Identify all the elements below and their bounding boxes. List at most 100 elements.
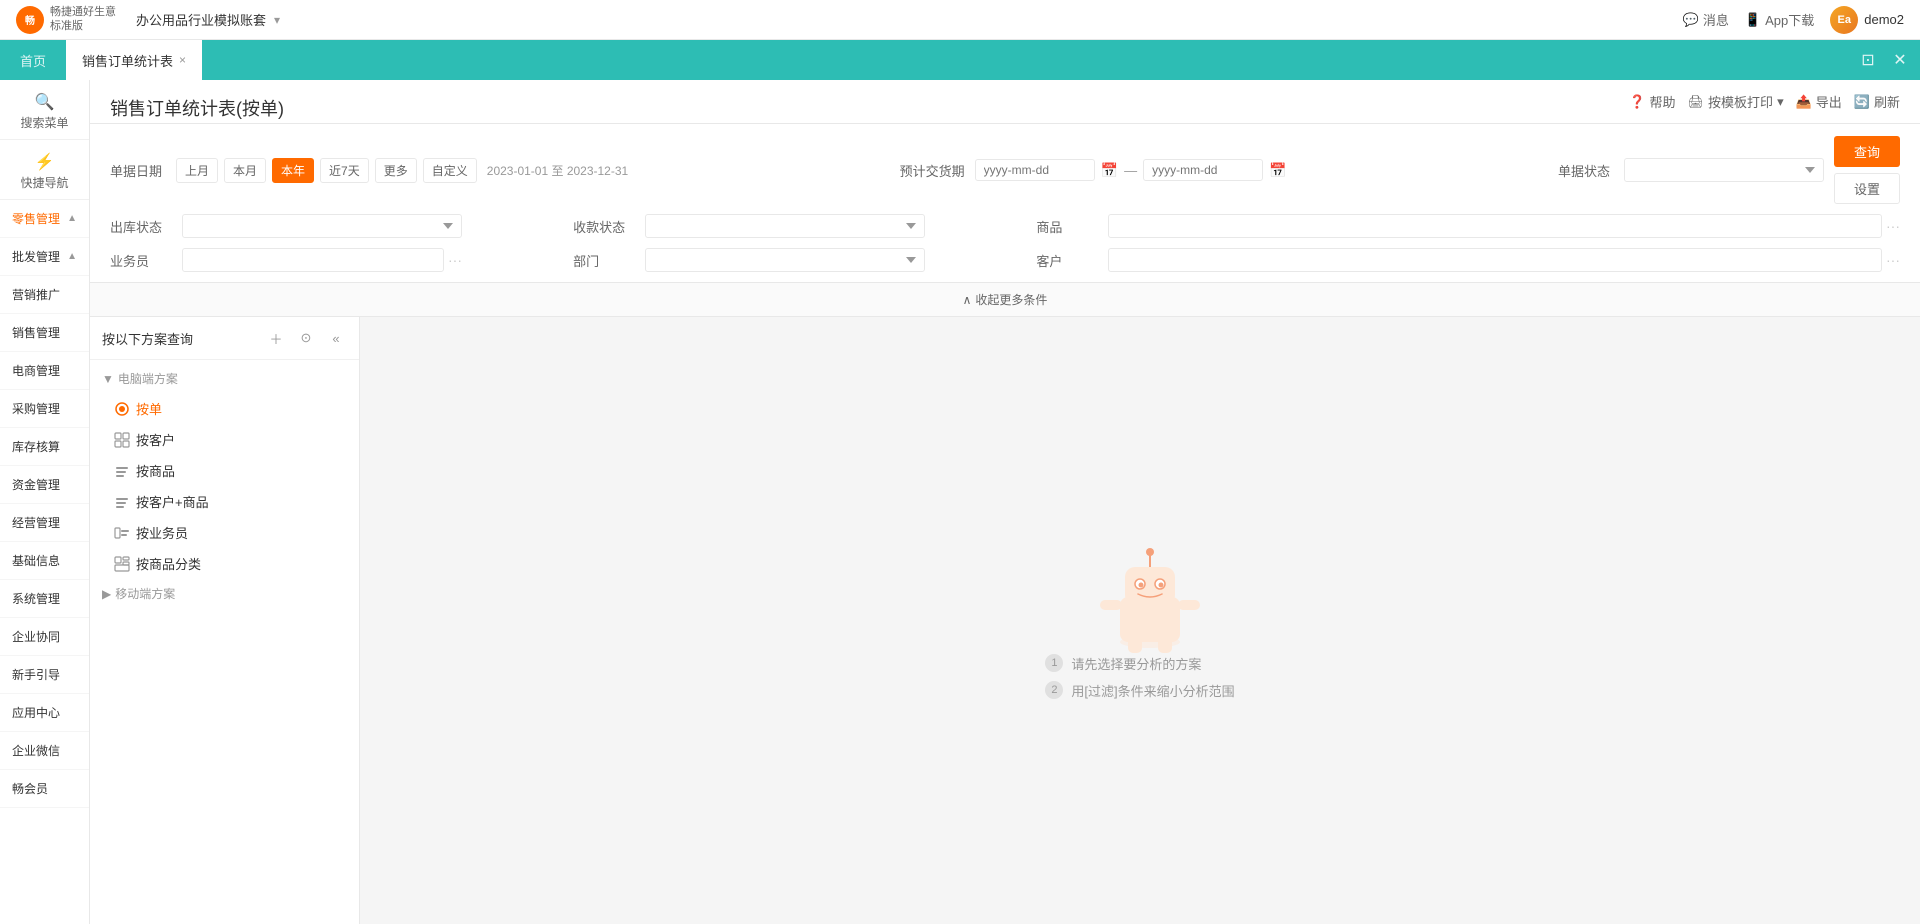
expected-date-to[interactable] [1143,159,1263,181]
ship-status-label: 出库状态 [110,217,166,236]
scheme-item-by-product[interactable]: 按商品 [90,455,359,486]
collapse-arrow: ∧ [963,293,972,307]
template-print-btn[interactable]: 🖨 按模板打印 ▾ [1688,92,1784,111]
receipt-status-select[interactable] [645,214,925,238]
sidebar: 🔍 搜索菜单 ⚡ 快捷导航 零售管理 ▲ 批发管理 ▲ 营销推广 销售管理 电商… [0,80,90,924]
cal-icon-from[interactable]: 📅 [1101,162,1118,179]
add-scheme-btn[interactable]: ＋ [265,327,287,349]
content-area: 销售订单统计表(按单) ❓ 帮助 🖨 按模板打印 ▾ 📤 导出 🔄 刷新 [90,80,1920,924]
sidebar-item-operation[interactable]: 经营管理 [0,504,89,542]
tab-home[interactable]: 首页 [0,40,66,80]
user-area[interactable]: Ea demo2 [1830,6,1904,34]
message-btn[interactable]: 💬 消息 [1683,10,1729,29]
refresh-btn[interactable]: 🔄 刷新 [1854,92,1900,111]
sidebar-item-wholesale[interactable]: 批发管理 ▲ [0,238,89,276]
empty-state: 1 请先选择要分析的方案 2 用[过滤]条件来缩小分析范围 [360,317,1920,924]
cal-icon-to[interactable]: 📅 [1269,162,1286,179]
sidebar-item-inventory[interactable]: 库存核算 [0,428,89,466]
customer-dots-btn[interactable]: ··· [1886,252,1900,268]
date-btn-more[interactable]: 更多 [375,158,417,183]
tab-sales-stats[interactable]: 销售订单统计表 × [66,40,202,80]
sidebar-item-sales[interactable]: 销售管理 [0,314,89,352]
customer-input[interactable] [1108,248,1882,272]
date-btn-this-month[interactable]: 本月 [224,158,266,183]
refresh-icon: 🔄 [1854,94,1870,110]
query-btn[interactable]: 查询 [1834,136,1900,167]
scheme-item-by-customer-product[interactable]: 按客户+商品 [90,486,359,517]
tab-restore-btn[interactable]: ⊡ [1856,48,1880,72]
sidebar-item-quicknav[interactable]: ⚡ 快捷导航 [0,140,89,200]
department-select[interactable] [645,248,925,272]
export-btn[interactable]: 📤 导出 [1796,92,1842,111]
sidebar-item-finance[interactable]: 资金管理 [0,466,89,504]
product-input[interactable] [1108,214,1882,238]
collapse-panel-btn[interactable]: « [325,327,347,349]
app-dropdown-icon[interactable]: ▾ [274,13,280,27]
filter-row-3: 业务员 ··· 部门 客户 ··· [110,248,1900,272]
filter-row-2: 出库状态 收款状态 商品 ··· [110,214,1900,238]
date-btn-custom[interactable]: 自定义 [423,158,477,183]
left-panel-title: 按以下方案查询 [102,329,257,348]
sidebar-item-appcenter[interactable]: 应用中心 [0,694,89,732]
app-download-btn[interactable]: 📱 App下载 [1745,10,1814,29]
date-btn-last-month[interactable]: 上月 [176,158,218,183]
page-header-actions: ❓ 帮助 🖨 按模板打印 ▾ 📤 导出 🔄 刷新 [1629,92,1900,123]
app-download-icon: 📱 [1745,12,1761,28]
salesperson-label: 业务员 [110,251,166,270]
salesperson-dots-btn[interactable]: ··· [448,252,462,268]
action-btns: 查询 设置 [1834,136,1900,204]
scheme-group-mobile[interactable]: ▶ 移动端方案 [90,579,359,608]
page-header: 销售订单统计表(按单) ❓ 帮助 🖨 按模板打印 ▾ 📤 导出 🔄 刷新 [90,80,1920,124]
product-dots-btn[interactable]: ··· [1886,218,1900,234]
quicknav-icon: ⚡ [35,152,55,172]
collapse-row[interactable]: ∧ 收起更多条件 [90,283,1920,317]
expected-date-from[interactable] [975,159,1095,181]
expected-date-label: 预计交货期 [900,161,965,180]
salesperson-input[interactable] [182,248,444,272]
sidebar-item-system[interactable]: 系统管理 [0,580,89,618]
sidebar-item-newbie[interactable]: 新手引导 [0,656,89,694]
settings-btn[interactable]: 设置 [1834,173,1900,204]
user-name: demo2 [1864,12,1904,27]
department-label: 部门 [573,251,629,270]
svg-text:畅: 畅 [25,14,35,27]
scheme-item-by-customer[interactable]: 按客户 [90,424,359,455]
sidebar-item-search[interactable]: 🔍 搜索菜单 [0,80,89,140]
sidebar-item-member[interactable]: 畅会员 [0,770,89,808]
scheme-settings-btn[interactable]: ⊙ [295,327,317,349]
filter-panel: 单据日期 上月 本月 本年 近7天 更多 自定义 2023-01-01 至 20… [90,124,1920,283]
page-title: 销售订单统计表(按单) [110,95,284,121]
empty-hint-2: 2 用[过滤]条件来缩小分析范围 [1045,681,1234,700]
sidebar-item-retail[interactable]: 零售管理 ▲ [0,200,89,238]
group-arrow-icon: ▼ [102,372,114,386]
date-btn-this-year[interactable]: 本年 [272,158,314,183]
tab-close-btn[interactable]: × [179,53,186,67]
empty-illustration [1090,542,1190,642]
sidebar-item-ecommerce[interactable]: 电商管理 [0,352,89,390]
app-title: 办公用品行业模拟账套 [136,10,266,29]
date-shortcuts: 上月 本月 本年 近7天 更多 自定义 [176,158,477,183]
collapse-label: 收起更多条件 [975,291,1047,308]
sidebar-item-corp[interactable]: 企业协同 [0,618,89,656]
tab-bar: 首页 销售订单统计表 × ⊡ ✕ [0,40,1920,80]
tab-close-window-btn[interactable]: ✕ [1888,48,1912,72]
scheme-item-by-category[interactable]: 按商品分类 [90,548,359,579]
scheme-icon-by-customer [114,432,130,448]
date-btn-7days[interactable]: 近7天 [320,158,369,183]
scheme-item-by-order[interactable]: 按单 [90,393,359,424]
logo-text: 畅捷通好生意 标准版 [50,6,116,32]
status-label: 单据状态 [1558,161,1614,180]
sidebar-item-purchase[interactable]: 采购管理 [0,390,89,428]
status-select[interactable] [1624,158,1824,182]
ship-status-select[interactable] [182,214,462,238]
sidebar-item-marketing[interactable]: 营销推广 [0,276,89,314]
collapse-panel-icon: « [332,331,339,346]
sidebar-item-wechat[interactable]: 企业微信 [0,732,89,770]
help-icon: ❓ [1629,94,1645,110]
sidebar-item-basic[interactable]: 基础信息 [0,542,89,580]
date-label: 单据日期 [110,161,166,180]
help-btn[interactable]: ❓ 帮助 [1629,92,1675,111]
message-icon: 💬 [1683,12,1699,28]
scheme-icon-by-customer-product [114,494,130,510]
scheme-item-by-salesperson[interactable]: 按业务员 [90,517,359,548]
